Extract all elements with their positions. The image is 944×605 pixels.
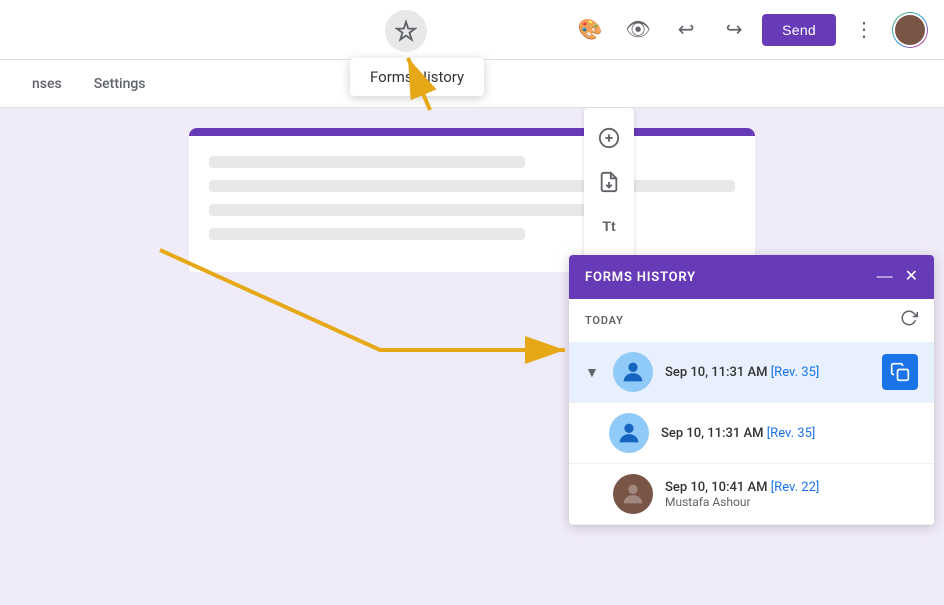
avatar-2 [609, 413, 649, 453]
expand-icon-1: ▼ [585, 364, 601, 381]
history-item-2[interactable]: Sep 10, 11:31 AM [Rev. 35] [569, 403, 934, 464]
send-button[interactable]: Send [762, 14, 836, 46]
top-toolbar: 🎨 👁 ↩ ↪ Send ⋮ [0, 0, 944, 60]
history-item-rev-2: [Rev. 35] [767, 426, 816, 441]
history-item-time-1: Sep 10, 11:31 AM [Rev. 35] [665, 365, 870, 380]
tab-responses[interactable]: nses [16, 64, 78, 107]
history-item-info-2: Sep 10, 11:31 AM [Rev. 35] [661, 426, 918, 441]
forms-history-icon[interactable] [385, 10, 427, 52]
tab-settings[interactable]: Settings [78, 64, 162, 107]
history-panel-title: FORMS HISTORY [585, 270, 696, 285]
history-item-info-1: Sep 10, 11:31 AM [Rev. 35] [665, 365, 870, 380]
history-item-3[interactable]: ▶ Sep 10, 10:41 AM [Rev. 22] Mustafa Ash… [569, 464, 934, 525]
today-label: TODAY [585, 314, 624, 327]
form-line-3 [209, 204, 630, 216]
tooltip-text: Forms History [370, 68, 464, 86]
palette-button[interactable]: 🎨 [570, 10, 610, 50]
minimize-button[interactable]: — [877, 269, 893, 285]
tooltip-popup: Forms History [350, 58, 484, 96]
import-button[interactable] [589, 162, 629, 202]
refresh-button[interactable] [900, 309, 918, 332]
copy-button-1[interactable] [882, 354, 918, 390]
form-header-bar [189, 128, 755, 136]
more-options-button[interactable]: ⋮ [844, 10, 884, 50]
history-item-rev-1: [Rev. 35] [771, 365, 820, 380]
history-item-time-2: Sep 10, 11:31 AM [Rev. 35] [661, 426, 918, 441]
preview-button[interactable]: 👁 [618, 10, 658, 50]
history-header-actions: — ✕ [877, 269, 918, 285]
form-card [189, 136, 755, 272]
history-item-time-3: Sep 10, 10:41 AM [Rev. 22] [665, 480, 918, 495]
close-button[interactable]: ✕ [905, 269, 918, 285]
add-element-button[interactable] [589, 118, 629, 158]
undo-button[interactable]: ↩ [666, 10, 706, 50]
avatar[interactable] [892, 12, 928, 48]
form-line-2 [209, 180, 735, 192]
avatar-1 [613, 352, 653, 392]
history-item-1[interactable]: ▼ Sep 10, 11:31 AM [Rev. 35] [569, 342, 934, 403]
history-panel: FORMS HISTORY — ✕ TODAY ▼ Sep 10, 11:31 … [569, 255, 934, 525]
form-line-1 [209, 156, 525, 168]
form-line-4 [209, 228, 525, 240]
avatar-3 [613, 474, 653, 514]
redo-button[interactable]: ↪ [714, 10, 754, 50]
history-item-name-3: Mustafa Ashour [665, 495, 918, 509]
text-button[interactable]: Tt [589, 206, 629, 246]
history-item-rev-3: [Rev. 22] [771, 480, 820, 495]
history-header: FORMS HISTORY — ✕ [569, 255, 934, 299]
history-item-info-3: Sep 10, 10:41 AM [Rev. 22] Mustafa Ashou… [665, 480, 918, 509]
today-section: TODAY [569, 299, 934, 342]
